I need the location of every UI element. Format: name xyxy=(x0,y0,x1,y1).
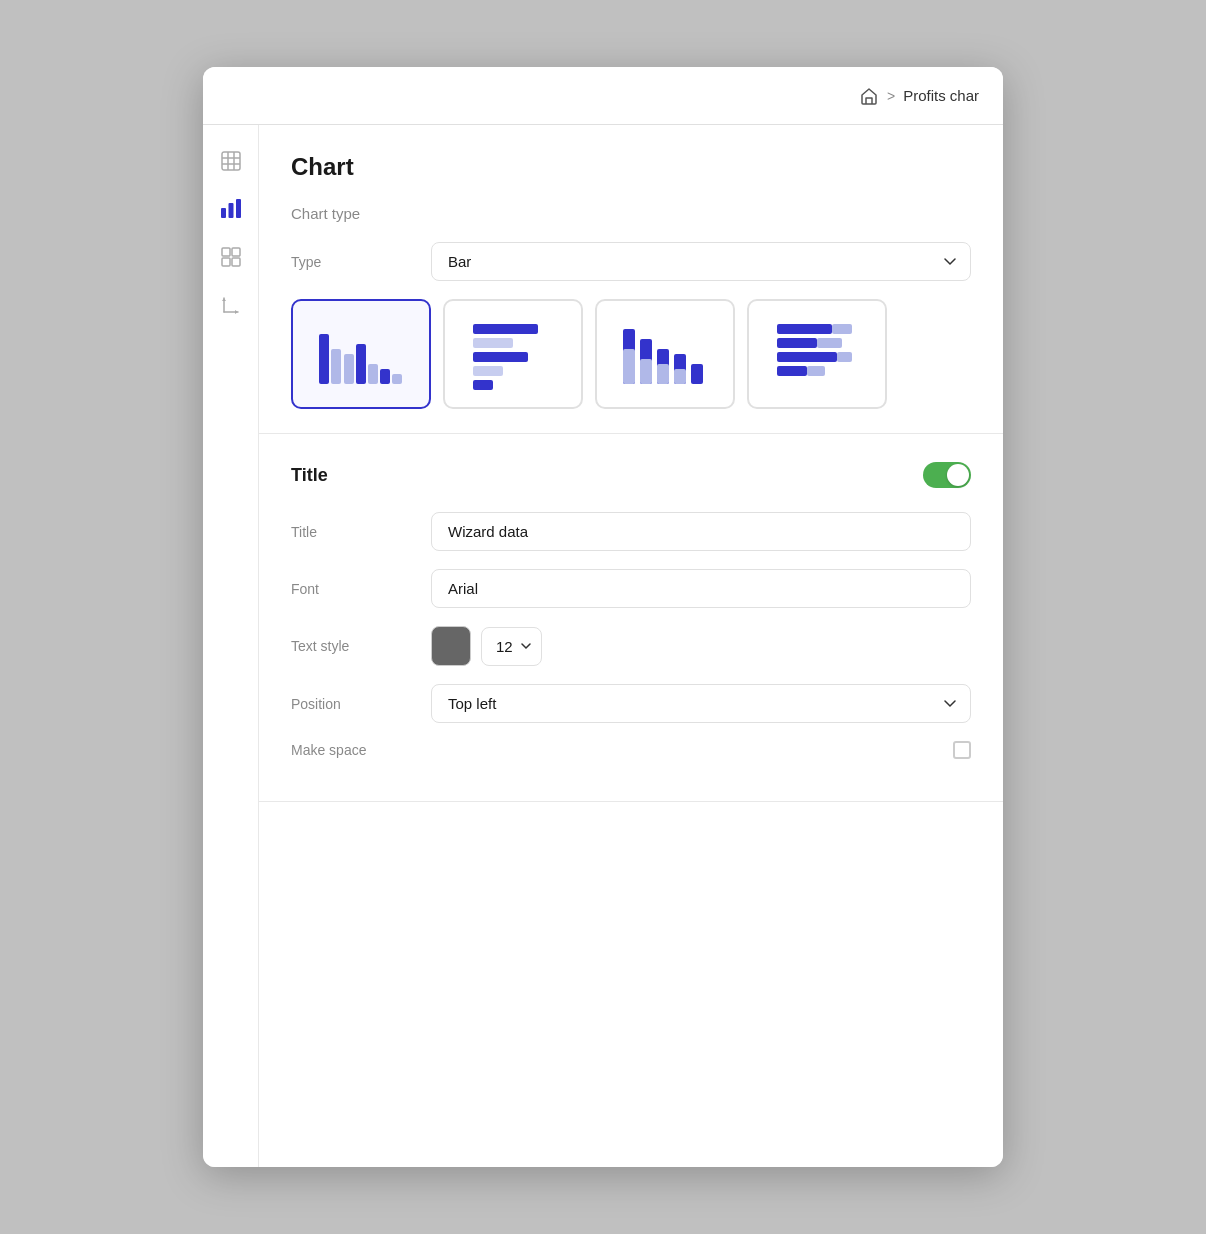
position-row: Position Top left Top center Top right B… xyxy=(291,684,971,723)
main-window: > Profits char xyxy=(203,67,1003,1167)
chart-icon-btn[interactable] xyxy=(211,189,251,229)
svg-rect-36 xyxy=(817,338,842,348)
svg-rect-0 xyxy=(222,152,240,170)
type-dropdown-wrapper: Bar Line Pie Scatter xyxy=(431,242,971,281)
table-icon-btn[interactable] xyxy=(211,141,251,181)
svg-rect-29 xyxy=(657,364,669,384)
title-heading: Title xyxy=(291,465,328,486)
svg-rect-37 xyxy=(777,352,837,362)
svg-rect-7 xyxy=(236,199,241,218)
make-space-checkbox[interactable] xyxy=(953,741,971,759)
svg-rect-21 xyxy=(473,352,528,362)
position-dropdown[interactable]: Top left Top center Top right Bottom lef… xyxy=(431,684,971,723)
chart-thumb-grouped-bar[interactable] xyxy=(291,299,431,409)
font-field-row: Font xyxy=(291,569,971,608)
svg-rect-33 xyxy=(777,324,832,334)
svg-rect-34 xyxy=(832,324,852,334)
title-header: Title xyxy=(291,462,971,488)
position-label: Position xyxy=(291,696,431,712)
font-label: Font xyxy=(291,581,431,597)
svg-rect-5 xyxy=(221,208,226,218)
type-row: Type Bar Line Pie Scatter xyxy=(291,242,971,281)
svg-rect-11 xyxy=(232,258,240,266)
text-color-swatch[interactable] xyxy=(431,626,471,666)
chart-thumbnails xyxy=(291,299,971,409)
title-section: Title Title Font xyxy=(259,434,1003,802)
breadcrumb-chevron: > xyxy=(887,88,895,104)
make-space-row: Make space xyxy=(291,741,971,759)
font-field-wrapper xyxy=(431,569,971,608)
title-field-label: Title xyxy=(291,524,431,540)
type-dropdown[interactable]: Bar Line Pie Scatter xyxy=(431,242,971,281)
svg-rect-19 xyxy=(473,324,538,334)
svg-rect-40 xyxy=(807,366,825,376)
home-icon[interactable] xyxy=(859,86,879,106)
title-toggle[interactable] xyxy=(923,462,971,488)
svg-rect-32 xyxy=(691,364,703,384)
chart-thumb-stacked-horizontal[interactable] xyxy=(747,299,887,409)
toggle-knob xyxy=(947,464,969,486)
svg-rect-27 xyxy=(640,359,652,384)
svg-rect-13 xyxy=(331,349,341,384)
chart-section: Chart Chart type Type Bar Line Pie Scatt… xyxy=(259,125,1003,434)
breadcrumb-label: Profits char xyxy=(903,87,979,104)
text-style-label: Text style xyxy=(291,638,431,654)
position-wrapper: Top left Top center Top right Bottom lef… xyxy=(431,684,971,723)
svg-rect-8 xyxy=(222,248,230,256)
chart-thumb-horizontal-bar[interactable] xyxy=(443,299,583,409)
svg-rect-39 xyxy=(777,366,807,376)
main-panel: Chart Chart type Type Bar Line Pie Scatt… xyxy=(259,125,1003,1167)
svg-rect-23 xyxy=(473,380,493,390)
svg-rect-9 xyxy=(232,248,240,256)
chart-title: Chart xyxy=(291,153,971,181)
svg-rect-35 xyxy=(777,338,817,348)
svg-rect-38 xyxy=(837,352,852,362)
title-field-wrapper xyxy=(431,512,971,551)
title-field-row: Title xyxy=(291,512,971,551)
font-size-dropdown[interactable]: 12 8 10 14 16 18 24 xyxy=(481,627,542,666)
type-label: Type xyxy=(291,254,431,270)
axes-icon-btn[interactable] xyxy=(211,285,251,325)
chart-type-heading: Chart type xyxy=(291,205,971,222)
topbar: > Profits char xyxy=(203,67,1003,125)
chart-thumb-stacked-bar[interactable] xyxy=(595,299,735,409)
svg-rect-10 xyxy=(222,258,230,266)
make-space-wrapper xyxy=(431,741,971,759)
svg-rect-16 xyxy=(368,364,378,384)
icon-sidebar xyxy=(203,125,259,1167)
title-input[interactable] xyxy=(431,512,971,551)
svg-rect-12 xyxy=(319,334,329,384)
svg-rect-14 xyxy=(344,354,354,384)
text-style-row: Text style 12 8 10 14 16 18 24 xyxy=(291,626,971,666)
svg-rect-22 xyxy=(473,366,503,376)
svg-rect-6 xyxy=(228,203,233,218)
svg-rect-17 xyxy=(380,369,390,384)
text-style-controls: 12 8 10 14 16 18 24 xyxy=(431,626,971,666)
svg-rect-18 xyxy=(392,374,402,384)
grid-icon-btn[interactable] xyxy=(211,237,251,277)
svg-rect-25 xyxy=(623,349,635,384)
make-space-label: Make space xyxy=(291,742,431,758)
svg-rect-20 xyxy=(473,338,513,348)
svg-rect-31 xyxy=(674,369,686,384)
svg-rect-15 xyxy=(356,344,366,384)
font-input[interactable] xyxy=(431,569,971,608)
